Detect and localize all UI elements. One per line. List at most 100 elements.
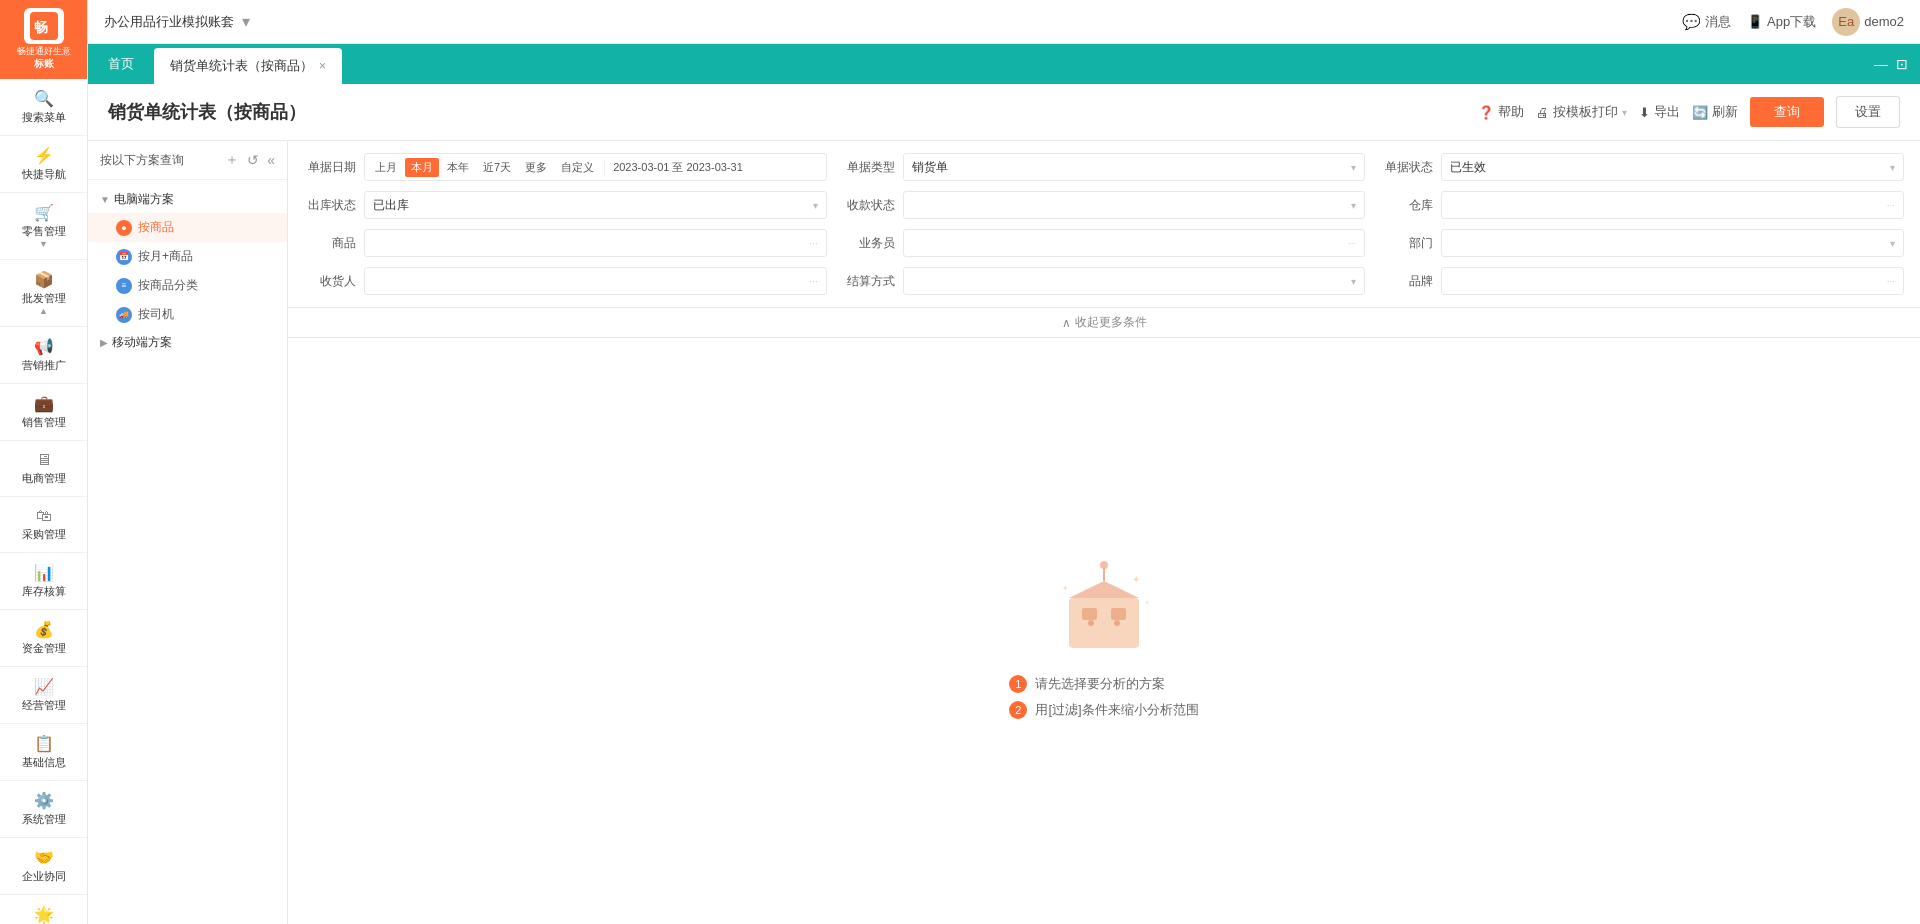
scheme-item-goods[interactable]: ● 按商品 xyxy=(88,213,287,242)
app-logo[interactable]: 畅 畅捷通好生意 标账 xyxy=(0,0,87,79)
date-tab-more[interactable]: 更多 xyxy=(519,158,553,177)
tab-home-label: 首页 xyxy=(108,55,134,73)
goods-control[interactable]: ··· xyxy=(364,229,827,257)
sidebar-item-operations[interactable]: 📈 经营管理 xyxy=(0,667,87,724)
sidebar-item-enterprise-label: 企业协同 xyxy=(22,869,66,884)
filter-field-goods: 商品 ··· xyxy=(304,229,827,257)
scheme-collapse-icon[interactable]: « xyxy=(267,152,275,168)
sidebar-item-sales[interactable]: 💼 销售管理 xyxy=(0,384,87,441)
date-tab-custom[interactable]: 自定义 xyxy=(555,158,600,177)
filter-field-doctype: 单据类型 销货单 ▾ xyxy=(843,153,1366,181)
scheme-item-month-goods[interactable]: 📅 按月+商品 xyxy=(88,242,287,271)
date-tab-7days[interactable]: 近7天 xyxy=(477,158,517,177)
date-tab-lastmonth[interactable]: 上月 xyxy=(369,158,403,177)
sidebar-item-purchase[interactable]: 🛍 采购管理 xyxy=(0,497,87,553)
sidebar-item-newguide[interactable]: 🌟 新手引导 xyxy=(0,895,87,924)
logo-text: 标账 xyxy=(34,57,54,71)
salesperson-control[interactable]: ··· xyxy=(903,229,1366,257)
scheme-add-icon[interactable]: ＋ xyxy=(225,151,239,169)
tab-active[interactable]: 销货单统计表（按商品） × xyxy=(154,48,342,84)
logo-subtitle: 畅捷通好生意 xyxy=(17,46,71,57)
topbar-user[interactable]: Ea demo2 xyxy=(1832,8,1904,36)
sidebar-item-retail[interactable]: 🛒 零售管理 ▼ xyxy=(0,193,87,260)
topbar-appdownload[interactable]: 📱 App下载 xyxy=(1747,13,1816,31)
sidebar-item-quicknav[interactable]: ⚡ 快捷导航 xyxy=(0,136,87,193)
warehouse-label: 仓库 xyxy=(1381,197,1433,214)
tab-home[interactable]: 首页 xyxy=(88,44,154,84)
workspace-dropdown[interactable]: ▾ xyxy=(242,12,250,31)
brand-control[interactable]: ··· xyxy=(1441,267,1904,295)
brand-dots-icon: ··· xyxy=(1887,276,1895,287)
doctype-control[interactable]: 销货单 ▾ xyxy=(903,153,1366,181)
filter-field-stockstatus: 出库状态 已出库 ▾ xyxy=(304,191,827,219)
goods-dots-icon: ··· xyxy=(809,238,817,249)
message-label: 消息 xyxy=(1705,13,1731,31)
scheme-item-category-label: 按商品分类 xyxy=(138,277,198,294)
print-dropdown-icon[interactable]: ▾ xyxy=(1622,107,1627,118)
sidebar-item-system[interactable]: ⚙️ 系统管理 xyxy=(0,781,87,838)
docstatus-control[interactable]: 已生效 ▾ xyxy=(1441,153,1904,181)
sidebar-item-operations-label: 经营管理 xyxy=(22,698,66,713)
collapse-arrow-icon: ∧ xyxy=(1062,316,1071,330)
sidebar-item-enterprise[interactable]: 🤝 企业协同 xyxy=(0,838,87,895)
sidebar-item-sales-label: 销售管理 xyxy=(22,415,66,430)
settlement-control[interactable]: ▾ xyxy=(903,267,1366,295)
ecommerce-icon: 🖥 xyxy=(36,451,52,469)
search-icon: 🔍 xyxy=(34,89,54,108)
tab-close-icon[interactable]: × xyxy=(319,59,326,73)
filter-field-brand: 品牌 ··· xyxy=(1381,267,1904,295)
date-tab-thisyear[interactable]: 本年 xyxy=(441,158,475,177)
filter-row-4: 收货人 ··· 结算方式 ▾ xyxy=(304,267,1904,295)
user-name: demo2 xyxy=(1864,14,1904,29)
settings-button[interactable]: 设置 xyxy=(1836,96,1900,128)
receiver-control[interactable]: ··· xyxy=(364,267,827,295)
docstatus-value: 已生效 xyxy=(1450,159,1486,176)
stockstatus-label: 出库状态 xyxy=(304,197,356,214)
tree-group-desktop-label: 电脑端方案 xyxy=(114,191,174,208)
empty-tip-1: 1 请先选择要分析的方案 xyxy=(1009,675,1198,693)
marketing-icon: 📢 xyxy=(34,337,54,356)
query-button[interactable]: 查询 xyxy=(1750,97,1824,127)
sidebar-item-inventory[interactable]: 📊 库存核算 xyxy=(0,553,87,610)
expand-icon: ▼ xyxy=(39,239,48,249)
main-area: 办公用品行业模拟账套 ▾ 💬 消息 📱 App下载 Ea demo2 首页 xyxy=(88,0,1920,924)
sidebar-item-marketing[interactable]: 📢 营销推广 xyxy=(0,327,87,384)
sidebar-item-search[interactable]: 🔍 搜索菜单 xyxy=(0,79,87,136)
scheme-item-driver[interactable]: 🚚 按司机 xyxy=(88,300,287,329)
refresh-button[interactable]: 🔄 刷新 xyxy=(1692,103,1738,121)
tree-group-desktop[interactable]: ▼ 电脑端方案 xyxy=(88,186,287,213)
svg-text:✦: ✦ xyxy=(1062,584,1069,593)
sidebar-item-finance[interactable]: 💰 资金管理 xyxy=(0,610,87,667)
help-button[interactable]: ❓ 帮助 xyxy=(1478,103,1524,121)
sidebar-item-wholesale[interactable]: 📦 批发管理 ▲ xyxy=(0,260,87,327)
scheme-panel: 按以下方案查询 ＋ ↺ « ▼ 电脑端方案 ● 按商品 📅 xyxy=(88,141,288,924)
refresh-label: 刷新 xyxy=(1712,103,1738,121)
scheme-category-icon: ≡ xyxy=(116,278,132,294)
tab-minimize-icon[interactable]: — xyxy=(1874,56,1888,72)
sidebar-item-ecommerce[interactable]: 🖥 电商管理 xyxy=(0,441,87,497)
docstatus-arrow-icon: ▾ xyxy=(1890,162,1895,173)
warehouse-control[interactable]: ··· xyxy=(1441,191,1904,219)
warehouse-dots-icon: ··· xyxy=(1887,200,1895,211)
collapse-bar[interactable]: ∧ 收起更多条件 xyxy=(288,308,1920,338)
salesperson-label: 业务员 xyxy=(843,235,895,252)
tab-maximize-icon[interactable]: ⊡ xyxy=(1896,56,1908,72)
date-selector[interactable]: 上月 本月 本年 近7天 更多 自定义 2023-03-01 至 2023-03… xyxy=(364,153,827,181)
export-button[interactable]: ⬇ 导出 xyxy=(1639,103,1680,121)
scheme-refresh-icon[interactable]: ↺ xyxy=(247,152,259,168)
scheme-item-category[interactable]: ≡ 按商品分类 xyxy=(88,271,287,300)
payment-control[interactable]: ▾ xyxy=(903,191,1366,219)
page-header-actions: ❓ 帮助 🖨 按模板打印 ▾ ⬇ 导出 🔄 刷新 查询 设置 xyxy=(1478,96,1900,140)
sidebar: 畅 畅捷通好生意 标账 🔍 搜索菜单 ⚡ 快捷导航 🛒 零售管理 ▼ 📦 批发管… xyxy=(0,0,88,924)
stockstatus-control[interactable]: 已出库 ▾ xyxy=(364,191,827,219)
date-tab-thismonth[interactable]: 本月 xyxy=(405,158,439,177)
topbar-message[interactable]: 💬 消息 xyxy=(1682,13,1731,31)
dept-control[interactable]: ▾ xyxy=(1441,229,1904,257)
sidebar-item-ecommerce-label: 电商管理 xyxy=(22,471,66,486)
appdownload-label: App下载 xyxy=(1767,13,1816,31)
sidebar-item-quicknav-label: 快捷导航 xyxy=(22,167,66,182)
print-button[interactable]: 🖨 按模板打印 ▾ xyxy=(1536,103,1627,121)
tree-group-mobile[interactable]: ▶ 移动端方案 xyxy=(88,329,287,356)
sidebar-item-basics[interactable]: 📋 基础信息 xyxy=(0,724,87,781)
help-icon: ❓ xyxy=(1478,105,1494,120)
